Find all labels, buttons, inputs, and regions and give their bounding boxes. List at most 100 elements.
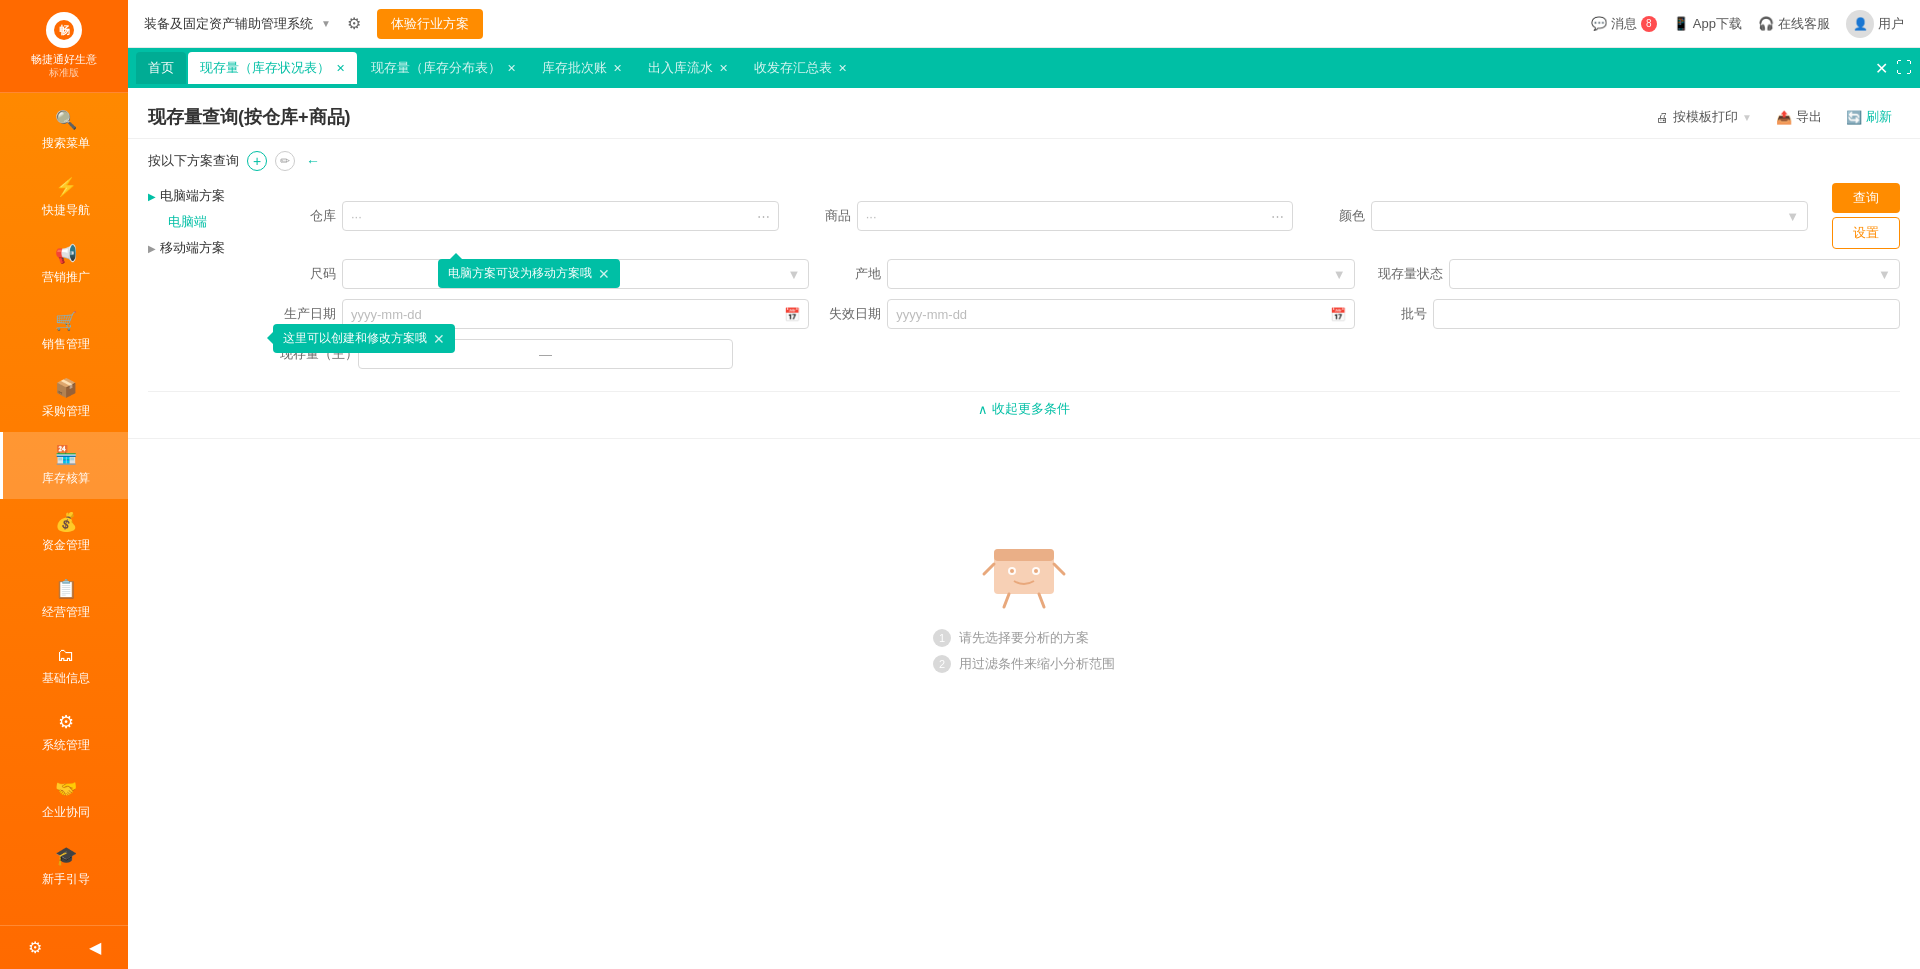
export-label: 导出 [1796, 108, 1822, 126]
warehouse-label: 仓库 [280, 207, 336, 225]
tab-batch-account-close[interactable]: ✕ [613, 62, 622, 75]
export-icon: 📤 [1776, 110, 1792, 125]
sidebar-item-search[interactable]: 🔍 搜索菜单 [0, 97, 128, 164]
mobile-scheme-group[interactable]: ▶ 移动端方案 [148, 235, 268, 261]
topbar-user[interactable]: 👤 用户 [1846, 10, 1904, 38]
system-dropdown-arrow: ▼ [321, 18, 331, 29]
tab-in-out-flow-close[interactable]: ✕ [719, 62, 728, 75]
tab-batch-account-label: 库存批次账 [542, 59, 607, 77]
tab-inventory-dist[interactable]: 现存量（库存分布表） ✕ [359, 52, 528, 84]
cart-icon: 🛒 [55, 310, 77, 332]
origin-select[interactable]: ▼ [887, 259, 1354, 289]
print-btn[interactable]: 🖨 按模板打印 ▼ [1648, 104, 1760, 130]
warehouse-select[interactable]: ··· ⋯ [342, 201, 779, 231]
empty-steps: 1 请先选择要分析的方案 2 用过滤条件来缩小分析范围 [933, 629, 1115, 681]
tab-in-out-flow[interactable]: 出入库流水 ✕ [636, 52, 740, 84]
topbar-app[interactable]: 📱 App下载 [1673, 15, 1742, 33]
query-btn[interactable]: 查询 [1832, 183, 1900, 213]
desktop-scheme-group[interactable]: ▶ 电脑端方案 [148, 183, 268, 209]
tooltip-scheme-close[interactable]: ✕ [598, 266, 610, 282]
collapse-bar[interactable]: ∧ 收起更多条件 [148, 391, 1900, 426]
sidebar-item-operation-label: 经营管理 [42, 604, 90, 621]
stock-range-to[interactable] [556, 347, 724, 362]
origin-arrow: ▼ [1333, 267, 1346, 282]
logo-text: 畅捷通好生意 [31, 52, 97, 66]
filter-warehouse: 仓库 ··· ⋯ [280, 201, 779, 231]
tab-inventory-status-close[interactable]: ✕ [336, 62, 345, 75]
filter-section: 按以下方案查询 + ✏ ← ▶ 电脑端方案 电脑端 [128, 139, 1920, 439]
megaphone-icon: 📢 [55, 243, 77, 265]
tab-home[interactable]: 首页 [136, 52, 186, 84]
empty-step-1-text: 请先选择要分析的方案 [959, 629, 1089, 647]
tab-in-out-flow-label: 出入库流水 [648, 59, 713, 77]
trial-btn[interactable]: 体验行业方案 [377, 9, 483, 39]
sidebar-item-enterprise[interactable]: 🤝 企业协同 [0, 766, 128, 833]
goods-select[interactable]: ··· ⋯ [857, 201, 1294, 231]
empty-step-1: 1 请先选择要分析的方案 [933, 629, 1115, 647]
tab-inventory-status[interactable]: 现存量（库存状况表） ✕ [188, 52, 357, 84]
stock-status-select[interactable]: ▼ [1449, 259, 1900, 289]
sidebar-item-operation[interactable]: 📋 经营管理 [0, 566, 128, 633]
topbar-support[interactable]: 🎧 在线客服 [1758, 15, 1830, 33]
expire-date-from-placeholder: yyyy-mm-dd [896, 307, 967, 322]
tab-close-all-btn[interactable]: ✕ [1875, 59, 1888, 78]
sidebar-item-search-label: 搜索菜单 [42, 135, 90, 152]
mobile-scheme-arrow: ▶ [148, 243, 156, 254]
page-actions: 🖨 按模板打印 ▼ 📤 导出 🔄 刷新 [1648, 104, 1900, 130]
filter-origin: 产地 ▼ [825, 259, 1354, 289]
tab-inventory-dist-label: 现存量（库存分布表） [371, 59, 501, 77]
tab-collect-summary[interactable]: 收发存汇总表 ✕ [742, 52, 859, 84]
content-area: 现存量查询(按仓库+商品) 🖨 按模板打印 ▼ 📤 导出 🔄 刷新 [128, 88, 1920, 969]
sidebar-footer: ⚙ ◀ [0, 925, 128, 969]
tab-inventory-dist-close[interactable]: ✕ [507, 62, 516, 75]
tab-inventory-status-label: 现存量（库存状况表） [200, 59, 330, 77]
sidebar-item-enterprise-label: 企业协同 [42, 804, 90, 821]
tabbar-right: ✕ ⛶ [1875, 59, 1912, 78]
tooltip-create-scheme: 这里可以创建和修改方案哦 ✕ [273, 324, 455, 353]
color-select[interactable]: ▼ [1371, 201, 1808, 231]
sidebar-settings-btn[interactable]: ⚙ [28, 938, 42, 957]
tab-fullscreen-btn[interactable]: ⛶ [1896, 59, 1912, 77]
sidebar-item-finance[interactable]: 💰 资金管理 [0, 499, 128, 566]
filter-back-btn[interactable]: ← [303, 151, 323, 171]
sidebar-item-system-label: 系统管理 [42, 737, 90, 754]
expire-date-from[interactable]: yyyy-mm-dd 📅 [887, 299, 1354, 329]
message-icon: 💬 [1591, 16, 1607, 31]
filter-row-4: 现存量（主） — [280, 339, 1900, 369]
main-area: 装备及固定资产辅助管理系统 ▼ ⚙ 体验行业方案 💬 消息 8 📱 App下载 … [128, 0, 1920, 969]
set-btn[interactable]: 设置 [1832, 217, 1900, 249]
topbar-system-name[interactable]: 装备及固定资产辅助管理系统 ▼ [144, 15, 331, 33]
topbar-gear-icon[interactable]: ⚙ [347, 14, 361, 33]
export-btn[interactable]: 📤 导出 [1768, 104, 1830, 130]
sidebar-nav: 🔍 搜索菜单 ⚡ 快捷导航 📢 营销推广 🛒 销售管理 📦 采购管理 🏪 库存核… [0, 93, 128, 925]
sidebar-item-marketing[interactable]: 📢 营销推广 [0, 231, 128, 298]
tab-collect-summary-label: 收发存汇总表 [754, 59, 832, 77]
sidebar-item-quick[interactable]: ⚡ 快捷导航 [0, 164, 128, 231]
user-avatar: 👤 [1846, 10, 1874, 38]
sidebar-item-guide[interactable]: 🎓 新手引导 [0, 833, 128, 900]
filter-edit-btn[interactable]: ✏ [275, 151, 295, 171]
sidebar-collapse-btn[interactable]: ◀ [89, 938, 101, 957]
sidebar-item-system[interactable]: ⚙ 系统管理 [0, 699, 128, 766]
sidebar-item-inventory-label: 库存核算 [42, 470, 90, 487]
tab-collect-summary-close[interactable]: ✕ [838, 62, 847, 75]
sidebar-item-basic[interactable]: 🗂 基础信息 [0, 633, 128, 699]
filter-goods: 商品 ··· ⋯ [795, 201, 1294, 231]
svg-point-7 [1034, 569, 1038, 573]
topbar: 装备及固定资产辅助管理系统 ▼ ⚙ 体验行业方案 💬 消息 8 📱 App下载 … [128, 0, 1920, 48]
filter-add-btn[interactable]: + [247, 151, 267, 171]
refresh-btn[interactable]: 🔄 刷新 [1838, 104, 1900, 130]
sidebar-item-purchase[interactable]: 📦 采购管理 [0, 365, 128, 432]
stock-status-label: 现存量状态 [1371, 265, 1443, 283]
mobile-scheme-label: 移动端方案 [160, 239, 225, 257]
batch-no-input[interactable] [1433, 299, 1900, 329]
sidebar-item-sales[interactable]: 🛒 销售管理 [0, 298, 128, 365]
goods-label: 商品 [795, 207, 851, 225]
desktop-scheme-item[interactable]: 电脑端 [148, 209, 268, 235]
sidebar-item-inventory[interactable]: 🏪 库存核算 [0, 432, 128, 499]
tooltip-create-close[interactable]: ✕ [433, 331, 445, 347]
tab-batch-account[interactable]: 库存批次账 ✕ [530, 52, 634, 84]
warehouse-more-icon: ⋯ [757, 209, 770, 224]
filter-stock-status: 现存量状态 ▼ [1371, 259, 1900, 289]
topbar-message[interactable]: 💬 消息 8 [1591, 15, 1657, 33]
